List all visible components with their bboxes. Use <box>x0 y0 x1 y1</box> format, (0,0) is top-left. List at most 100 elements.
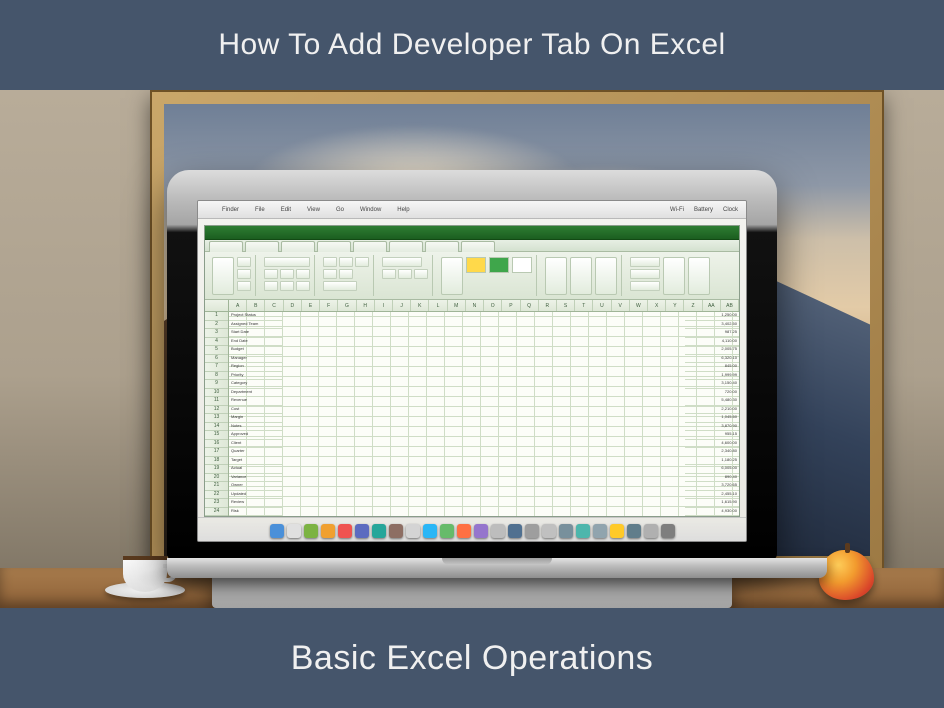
cell[interactable]: Updated <box>229 491 283 500</box>
row-header[interactable]: 1 <box>205 312 228 321</box>
cell[interactable]: 6,005.00 <box>685 465 739 474</box>
cell[interactable]: 6,320.10 <box>685 355 739 364</box>
column-header[interactable]: W <box>630 300 648 311</box>
column-header[interactable]: E <box>302 300 320 311</box>
cell[interactable]: 720.00 <box>685 389 739 398</box>
border-button[interactable] <box>264 281 278 291</box>
cell[interactable]: 3,402.50 <box>685 321 739 330</box>
dock-app-icon[interactable] <box>270 524 284 538</box>
fill-button[interactable] <box>630 269 660 279</box>
autosum-button[interactable] <box>630 257 660 267</box>
cell-style-swatch[interactable] <box>466 257 486 273</box>
dock-app-icon[interactable] <box>559 524 573 538</box>
bold-button[interactable] <box>264 269 278 279</box>
cut-button[interactable] <box>237 257 251 267</box>
cell[interactable]: 3,150.40 <box>685 380 739 389</box>
align-left-button[interactable] <box>323 257 337 267</box>
dock-app-icon[interactable] <box>593 524 607 538</box>
underline-button[interactable] <box>296 269 310 279</box>
cell[interactable]: Region <box>229 363 283 372</box>
row-header[interactable]: 22 <box>205 491 228 500</box>
ribbon-tab[interactable] <box>389 241 423 252</box>
dock-app-icon[interactable] <box>491 524 505 538</box>
column-header[interactable]: D <box>284 300 302 311</box>
column-header[interactable]: T <box>575 300 593 311</box>
insert-cells-button[interactable] <box>545 257 567 295</box>
cell[interactable]: 1,615.90 <box>685 499 739 508</box>
cell[interactable]: 3,870.90 <box>685 423 739 432</box>
column-header[interactable]: V <box>612 300 630 311</box>
dock-app-icon[interactable] <box>508 524 522 538</box>
align-right-button[interactable] <box>355 257 369 267</box>
row-header[interactable]: 23 <box>205 499 228 508</box>
cell[interactable]: Assigned Team <box>229 321 283 330</box>
row-header[interactable]: 14 <box>205 423 228 432</box>
column-header[interactable]: AB <box>721 300 739 311</box>
cell[interactable]: 2,210.00 <box>685 406 739 415</box>
row-header[interactable]: 7 <box>205 363 228 372</box>
cell[interactable]: 890.40 <box>685 474 739 483</box>
row-header[interactable]: 17 <box>205 448 228 457</box>
cell[interactable]: 955.15 <box>685 431 739 440</box>
column-header[interactable]: AA <box>703 300 721 311</box>
row-header[interactable]: 10 <box>205 389 228 398</box>
battery-icon[interactable]: Battery <box>694 207 713 213</box>
column-header[interactable]: H <box>357 300 375 311</box>
clear-button[interactable] <box>630 281 660 291</box>
italic-button[interactable] <box>280 269 294 279</box>
conditional-format-button[interactable] <box>441 257 463 295</box>
menubar-item[interactable]: Window <box>360 207 381 213</box>
cell[interactable]: 1,999.99 <box>685 372 739 381</box>
menubar-item[interactable]: Finder <box>222 207 239 213</box>
column-header[interactable]: Z <box>684 300 702 311</box>
comma-button[interactable] <box>414 269 428 279</box>
dock-app-icon[interactable] <box>406 524 420 538</box>
column-header[interactable]: N <box>466 300 484 311</box>
cell[interactable]: Budget <box>229 346 283 355</box>
dock-app-icon[interactable] <box>287 524 301 538</box>
dock-app-icon[interactable] <box>423 524 437 538</box>
column-header[interactable]: U <box>593 300 611 311</box>
dock-app-icon[interactable] <box>610 524 624 538</box>
ribbon-tab[interactable] <box>209 241 243 252</box>
excel-grid[interactable]: ABCDEFGHIJKLMNOPQRSTUVWXYZAAAB 123456789… <box>205 300 739 516</box>
dock-app-icon[interactable] <box>661 524 675 538</box>
row-header[interactable]: 4 <box>205 338 228 347</box>
ribbon-tab[interactable] <box>353 241 387 252</box>
menubar-item[interactable]: Edit <box>281 207 291 213</box>
dock-app-icon[interactable] <box>321 524 335 538</box>
indent-increase-button[interactable] <box>339 269 353 279</box>
row-header[interactable]: 15 <box>205 431 228 440</box>
row-header[interactable]: 6 <box>205 355 228 364</box>
ribbon-tab[interactable] <box>245 241 279 252</box>
dock-app-icon[interactable] <box>474 524 488 538</box>
cell[interactable]: Start Date <box>229 329 283 338</box>
column-header[interactable]: A <box>229 300 247 311</box>
indent-decrease-button[interactable] <box>323 269 337 279</box>
column-header[interactable]: J <box>393 300 411 311</box>
sort-filter-button[interactable] <box>663 257 685 295</box>
fill-color-button[interactable] <box>280 281 294 291</box>
cell[interactable]: Actual <box>229 465 283 474</box>
row-header[interactable]: 20 <box>205 474 228 483</box>
font-selector[interactable] <box>264 257 310 267</box>
cell[interactable]: 1,180.25 <box>685 457 739 466</box>
dock-app-icon[interactable] <box>338 524 352 538</box>
dock-app-icon[interactable] <box>627 524 641 538</box>
font-color-button[interactable] <box>296 281 310 291</box>
column-header[interactable]: R <box>539 300 557 311</box>
cell[interactable]: 5,480.30 <box>685 397 739 406</box>
cell[interactable]: Risk <box>229 508 283 517</box>
row-header[interactable]: 11 <box>205 397 228 406</box>
row-header[interactable]: 9 <box>205 380 228 389</box>
cell[interactable]: Manager <box>229 355 283 364</box>
menubar-item[interactable]: Go <box>336 207 344 213</box>
paste-button[interactable] <box>212 257 234 295</box>
dock-app-icon[interactable] <box>304 524 318 538</box>
column-header[interactable]: Q <box>521 300 539 311</box>
cell[interactable]: 4,110.00 <box>685 338 739 347</box>
find-select-button[interactable] <box>688 257 710 295</box>
cell[interactable]: 4,600.00 <box>685 440 739 449</box>
column-header[interactable]: K <box>411 300 429 311</box>
row-header[interactable]: 8 <box>205 372 228 381</box>
